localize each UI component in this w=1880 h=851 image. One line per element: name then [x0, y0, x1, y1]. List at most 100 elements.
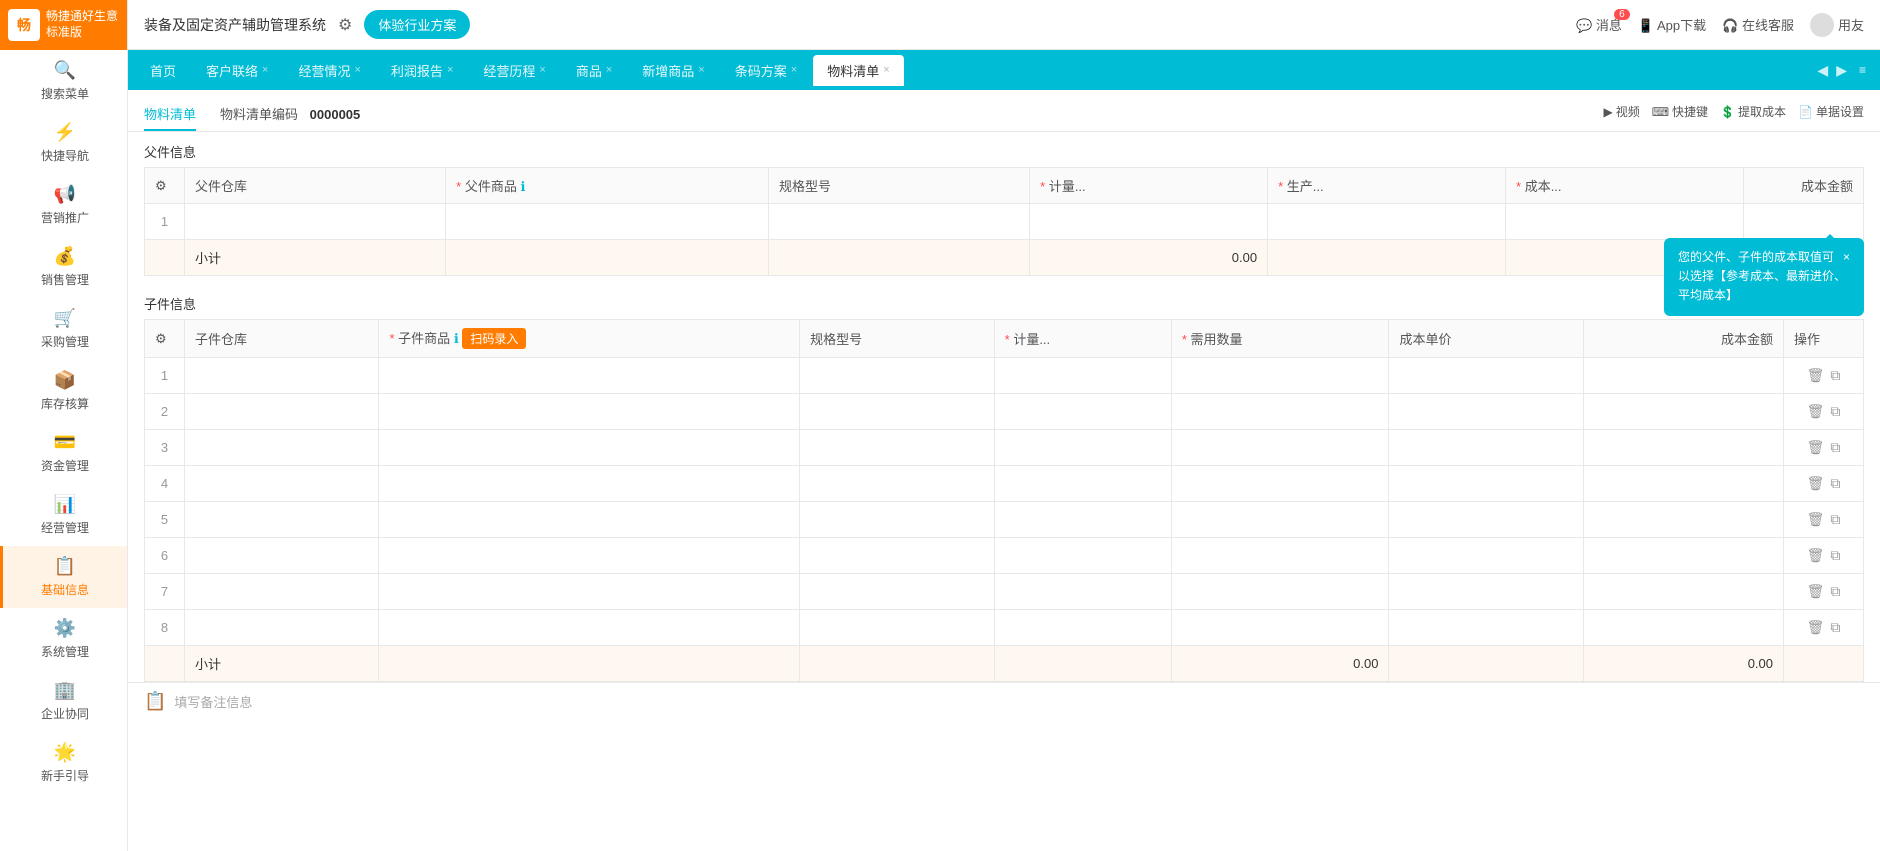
child-row-2-unit[interactable] — [994, 394, 1171, 430]
child-row-5-unit[interactable] — [994, 502, 1171, 538]
child-row-1-quantity[interactable] — [1171, 358, 1389, 394]
delete-row-4-button[interactable]: 🗑 — [1807, 475, 1825, 492]
view-video-button[interactable]: ▶ 视频 — [1603, 103, 1639, 120]
close-customer-tab[interactable]: × — [262, 64, 268, 76]
close-history-tab[interactable]: × — [539, 64, 545, 76]
note-text[interactable]: 填写备注信息 — [174, 692, 252, 711]
copy-row-2-button[interactable]: ⧉ — [1830, 403, 1840, 420]
close-all-tabs-button[interactable]: ≡ — [1853, 59, 1872, 81]
sidebar-item-sales[interactable]: 💰 销售管理 — [0, 236, 127, 298]
scan-input-button[interactable]: 扫码录入 — [462, 328, 526, 349]
child-row-8-spec[interactable] — [800, 610, 994, 646]
child-row-5-cost-amount[interactable] — [1584, 502, 1784, 538]
child-row-4-warehouse[interactable] — [185, 466, 379, 502]
tab-history[interactable]: 经营历程 × — [469, 55, 559, 86]
child-row-5-warehouse[interactable] — [185, 502, 379, 538]
child-row-6-goods[interactable] — [379, 538, 800, 574]
child-row-2-unit-cost[interactable] — [1389, 394, 1584, 430]
delete-row-3-button[interactable]: 🗑 — [1807, 439, 1825, 456]
delete-row-7-button[interactable]: 🗑 — [1807, 583, 1825, 600]
child-row-8-unit[interactable] — [994, 610, 1171, 646]
tab-goods[interactable]: 商品 × — [562, 55, 626, 86]
trial-button[interactable]: 体验行业方案 — [364, 10, 470, 39]
child-row-8-warehouse[interactable] — [185, 610, 379, 646]
child-row-4-quantity[interactable] — [1171, 466, 1389, 502]
child-row-7-unit[interactable] — [994, 574, 1171, 610]
child-row-8-goods[interactable] — [379, 610, 800, 646]
close-operations-tab[interactable]: × — [354, 64, 360, 76]
child-row-4-unit[interactable] — [994, 466, 1171, 502]
child-row-6-unit-cost[interactable] — [1389, 538, 1584, 574]
sidebar-item-inventory[interactable]: 📦 库存核算 — [0, 360, 127, 422]
tab-prev-button[interactable]: ◀ — [1815, 59, 1830, 81]
sub-tab-bom-list[interactable]: 物料清单 — [144, 98, 196, 131]
copy-row-4-button[interactable]: ⧉ — [1830, 475, 1840, 492]
copy-row-7-button[interactable]: ⧉ — [1830, 583, 1840, 600]
tab-new-goods[interactable]: 新增商品 × — [628, 55, 718, 86]
child-row-1-spec[interactable] — [800, 358, 994, 394]
delete-row-5-button[interactable]: 🗑 — [1807, 511, 1825, 528]
sub-tab-bom-code[interactable]: 物料清单编码 0000005 — [220, 98, 360, 131]
sidebar-item-marketing[interactable]: 📢 营销推广 — [0, 174, 127, 236]
child-row-7-goods[interactable] — [379, 574, 800, 610]
user-info[interactable]: 用友 — [1810, 13, 1864, 37]
child-row-2-quantity[interactable] — [1171, 394, 1389, 430]
sidebar-item-purchase[interactable]: 🛒 采购管理 — [0, 298, 127, 360]
tab-operations[interactable]: 经营情况 × — [284, 55, 374, 86]
tab-customer[interactable]: 客户联络 × — [192, 55, 282, 86]
child-row-1-unit[interactable] — [994, 358, 1171, 394]
delete-row-8-button[interactable]: 🗑 — [1807, 619, 1825, 636]
child-row-3-spec[interactable] — [800, 430, 994, 466]
sidebar-item-operations[interactable]: 📊 经营管理 — [0, 484, 127, 546]
child-row-8-cost-amount[interactable] — [1584, 610, 1784, 646]
extract-cost-button[interactable]: 💲 提取成本 — [1720, 103, 1786, 120]
close-goods-tab[interactable]: × — [606, 64, 612, 76]
child-row-3-quantity[interactable] — [1171, 430, 1389, 466]
child-row-8-quantity[interactable] — [1171, 610, 1389, 646]
sidebar-item-search[interactable]: 🔍 搜索菜单 — [0, 50, 127, 112]
child-row-6-unit[interactable] — [994, 538, 1171, 574]
child-row-5-goods[interactable] — [379, 502, 800, 538]
child-row-7-quantity[interactable] — [1171, 574, 1389, 610]
child-row-8-unit-cost[interactable] — [1389, 610, 1584, 646]
parent-row-1-cost-amount[interactable] — [1744, 204, 1864, 240]
tab-home[interactable]: 首页 — [136, 55, 190, 86]
settings-gear-button[interactable]: ⚙ — [338, 15, 352, 35]
child-row-3-cost-amount[interactable] — [1584, 430, 1784, 466]
delete-row-2-button[interactable]: 🗑 — [1807, 403, 1825, 420]
parent-row-1-produce[interactable] — [1268, 204, 1506, 240]
sidebar-item-enterprise[interactable]: 🏢 企业协同 — [0, 670, 127, 732]
child-row-6-quantity[interactable] — [1171, 538, 1389, 574]
child-row-4-cost-amount[interactable] — [1584, 466, 1784, 502]
child-row-1-warehouse[interactable] — [185, 358, 379, 394]
parent-row-1-spec[interactable] — [769, 204, 1030, 240]
child-row-7-spec[interactable] — [800, 574, 994, 610]
tab-barcode[interactable]: 条码方案 × — [721, 55, 811, 86]
parent-row-1-cost[interactable] — [1506, 204, 1744, 240]
child-row-7-warehouse[interactable] — [185, 574, 379, 610]
child-row-5-quantity[interactable] — [1171, 502, 1389, 538]
child-row-6-cost-amount[interactable] — [1584, 538, 1784, 574]
copy-row-5-button[interactable]: ⧉ — [1830, 511, 1840, 528]
child-row-2-goods[interactable] — [379, 394, 800, 430]
online-service[interactable]: 🎧 在线客服 — [1722, 15, 1794, 34]
child-row-4-unit-cost[interactable] — [1389, 466, 1584, 502]
close-newgoods-tab[interactable]: × — [698, 64, 704, 76]
sidebar-item-finance[interactable]: 💳 资金管理 — [0, 422, 127, 484]
shortcut-button[interactable]: ⌨ 快捷键 — [1652, 103, 1708, 120]
app-download[interactable]: 📱 App下载 — [1638, 15, 1706, 34]
child-row-4-spec[interactable] — [800, 466, 994, 502]
parent-row-1-warehouse[interactable] — [185, 204, 446, 240]
child-row-1-goods[interactable] — [379, 358, 800, 394]
child-row-5-unit-cost[interactable] — [1389, 502, 1584, 538]
close-bom-tab[interactable]: × — [883, 64, 889, 76]
delete-row-1-button[interactable]: 🗑 — [1807, 367, 1825, 384]
child-col-settings[interactable]: ⚙ — [145, 320, 185, 358]
copy-row-8-button[interactable]: ⧉ — [1830, 619, 1840, 636]
sidebar-item-quick-nav[interactable]: ⚡ 快捷导航 — [0, 112, 127, 174]
child-row-4-goods[interactable] — [379, 466, 800, 502]
sidebar-item-guide[interactable]: 🌟 新手引导 — [0, 732, 127, 794]
child-row-3-goods[interactable] — [379, 430, 800, 466]
child-row-3-unit[interactable] — [994, 430, 1171, 466]
copy-row-3-button[interactable]: ⧉ — [1830, 439, 1840, 456]
